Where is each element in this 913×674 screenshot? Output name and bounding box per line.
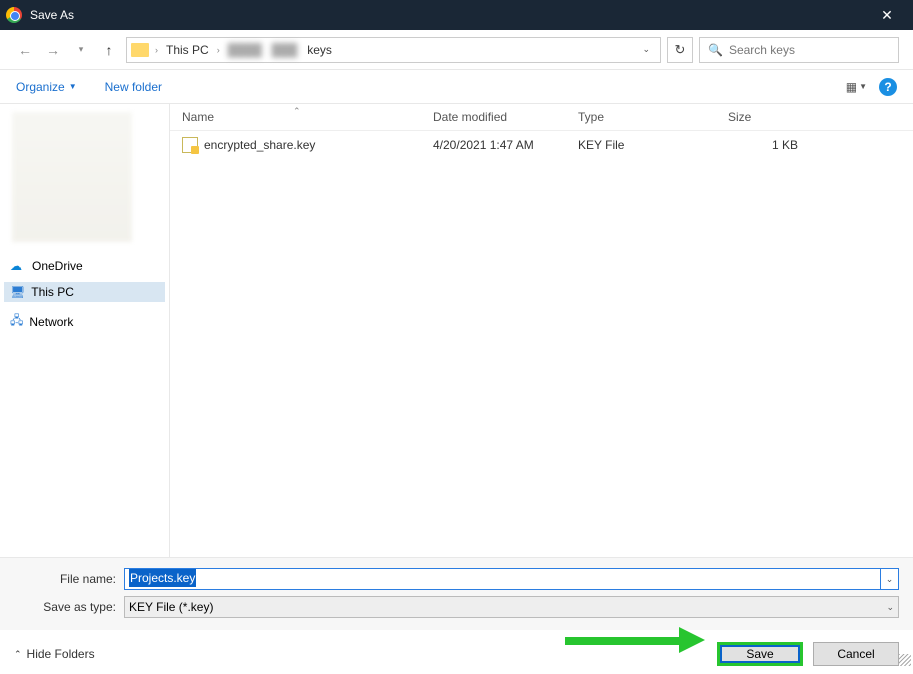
file-list: ⌃Name Date modified Type Size encrypted_… [170,104,913,557]
refresh-button[interactable]: ↻ [667,37,693,63]
filename-value: Projects.key [129,569,196,587]
folder-icon [131,43,149,57]
sidebar-item-label: OneDrive [32,259,83,273]
filename-input[interactable]: Projects.key [124,568,881,590]
title-bar: Save As ✕ [0,0,913,30]
savetype-select[interactable]: KEY File (*.key) ⌄ [124,596,899,618]
view-options-button[interactable]: ▦ ▼ [846,80,867,94]
save-form: File name: Projects.key ⌄ Save as type: … [0,557,913,630]
chevron-down-icon: ⌄ [886,602,894,613]
chevron-up-icon: ⌃ [14,649,22,660]
new-folder-button[interactable]: New folder [105,80,162,94]
toolbar: Organize ▼ New folder ▦ ▼ ? [0,70,913,104]
column-name[interactable]: ⌃Name [178,110,433,124]
sidebar-item-label: This PC [31,285,74,299]
back-button[interactable]: ← [14,39,36,61]
sidebar-item-onedrive[interactable]: ☁ OneDrive [4,256,165,276]
breadcrumb-hidden: ████ [226,43,264,57]
sidebar-item-network[interactable]: 🖧 Network [4,308,165,335]
sidebar-hidden-items [12,112,132,242]
file-name: encrypted_share.key [204,138,315,152]
breadcrumb-current[interactable]: keys [305,43,334,57]
network-icon: 🖧 [10,311,23,332]
close-icon[interactable]: ✕ [867,7,907,24]
column-date[interactable]: Date modified [433,110,578,124]
main-area: ☁ OneDrive 🖥 This PC 🖧 Network ⌃Name Dat… [0,104,913,557]
chevron-right-icon: › [155,45,158,55]
column-type[interactable]: Type [578,110,728,124]
sidebar-item-thispc[interactable]: 🖥 This PC [4,282,165,302]
savetype-label: Save as type: [14,600,124,614]
window-title: Save As [30,8,867,22]
sidebar-item-label: Network [29,315,73,329]
chevron-down-icon: ▼ [69,82,77,91]
file-date: 4/20/2021 1:47 AM [433,138,578,152]
chevron-down-icon[interactable]: ⌄ [636,44,656,55]
nav-bar: ← → ▾ ↑ › This PC › ████ ███ keys ⌄ ↻ 🔍 … [0,30,913,70]
cancel-button[interactable]: Cancel [813,642,899,666]
breadcrumb-root[interactable]: This PC [164,43,211,57]
up-button[interactable]: ↑ [98,39,120,61]
file-size: 1 KB [728,138,828,152]
filename-label: File name: [14,572,124,586]
search-icon: 🔍 [708,43,723,57]
file-type: KEY File [578,138,728,152]
filename-dropdown[interactable]: ⌄ [881,568,899,590]
column-size[interactable]: Size [728,110,828,124]
column-headers: ⌃Name Date modified Type Size [170,104,913,131]
key-file-icon [182,137,198,153]
savetype-value: KEY File (*.key) [129,600,213,614]
breadcrumb-hidden: ███ [270,43,300,57]
save-button[interactable]: Save [717,642,803,666]
pc-icon: 🖥 [10,285,25,299]
sidebar: ☁ OneDrive 🖥 This PC 🖧 Network [0,104,170,557]
chevron-down-icon: ▼ [859,82,867,91]
footer: ⌃ Hide Folders Save Cancel [0,630,913,674]
hide-folders-button[interactable]: ⌃ Hide Folders [14,647,95,661]
address-bar[interactable]: › This PC › ████ ███ keys ⌄ [126,37,661,63]
forward-button[interactable]: → [42,39,64,61]
onedrive-icon: ☁ [10,259,26,273]
chrome-icon [6,7,22,23]
help-button[interactable]: ? [879,78,897,96]
file-row[interactable]: encrypted_share.key 4/20/2021 1:47 AM KE… [170,131,913,159]
chevron-down-icon[interactable]: ▾ [70,39,92,61]
view-icon: ▦ [846,80,856,94]
search-input[interactable]: 🔍 Search keys [699,37,899,63]
resize-grip[interactable] [899,654,911,666]
organize-button[interactable]: Organize ▼ [16,80,77,94]
sort-indicator-icon: ⌃ [293,106,301,117]
search-placeholder: Search keys [729,43,795,57]
chevron-right-icon: › [217,45,220,55]
